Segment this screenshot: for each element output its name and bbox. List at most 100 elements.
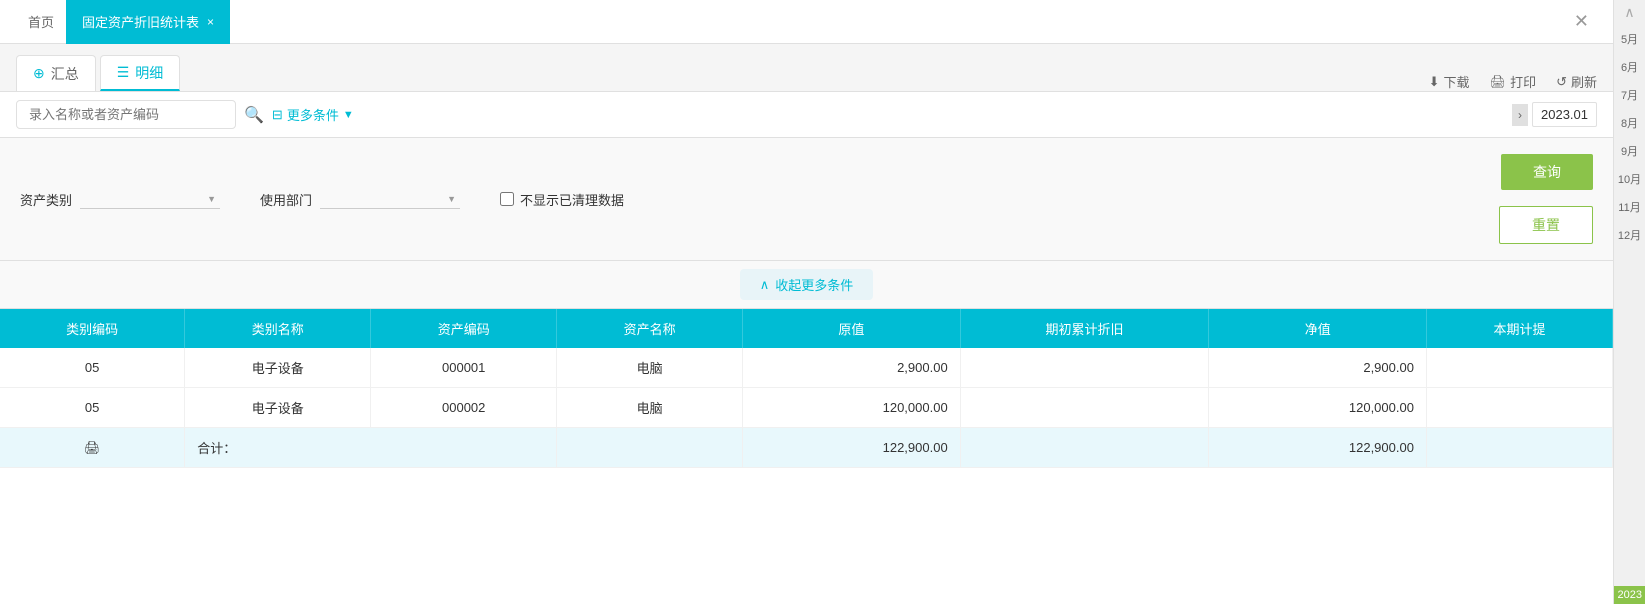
data-table: 类别编码 类别名称 资产编码 资产名称 原值 期初累计折旧 净值 本期计提 05… [0,309,1613,468]
refresh-icon: ↺ [1556,74,1567,90]
search-bar: 🔍 ⊟ 更多条件 ▼ › 2023.01 [0,92,1613,138]
print-button[interactable]: 🖨 打印 [1490,72,1537,91]
summary-icon: ⊕ [33,65,45,82]
department-select[interactable] [320,189,460,209]
sidebar-month-6[interactable]: 6月 [1614,53,1645,81]
collapse-label: 收起更多条件 [775,275,853,294]
sidebar-month-5[interactable]: 5月 [1614,25,1645,53]
cell-code: 05 [0,388,185,428]
filter-department: 使用部门 [260,189,460,209]
total-label: 合计： [185,428,557,468]
col-header-code: 类别编码 [0,309,185,348]
col-header-category: 类别名称 [185,309,371,348]
filter-row: 资产类别 使用部门 不显示已清理数据 [20,154,1593,244]
tab-summary[interactable]: ⊕ 汇总 [16,55,96,91]
tab-detail-label: 明细 [135,63,163,83]
col-header-net-value: 净值 [1209,309,1427,348]
department-label: 使用部门 [260,190,312,209]
date-display: 2023.01 [1532,102,1597,127]
reset-button[interactable]: 重置 [1499,206,1593,244]
print-label: 打印 [1510,72,1536,91]
hide-cleared-checkbox[interactable] [500,192,514,206]
more-filter-button[interactable]: ⊟ 更多条件 ▼ [272,105,354,124]
top-nav: 首页 固定资产折旧统计表 × ✕ [0,0,1613,44]
cell-asset-code: 000001 [371,348,557,388]
search-icon[interactable]: 🔍 [244,105,264,125]
department-select-wrap [320,189,460,209]
collapse-bar: ∧ 收起更多条件 [0,261,1613,309]
cell-asset-code: 000002 [371,388,557,428]
total-original-value: 122,900.00 [743,428,961,468]
window-close-button[interactable]: ✕ [1566,11,1597,32]
col-header-asset-name: 资产名称 [557,309,743,348]
refresh-button[interactable]: ↺ 刷新 [1556,72,1597,91]
cell-code: 05 [0,348,185,388]
cell-category-name: 电子设备 [185,348,371,388]
category-label: 资产类别 [20,190,72,209]
filter-icon: ⊟ [272,107,283,123]
search-input[interactable] [16,100,236,129]
sidebar-up-icon[interactable]: ∧ [1624,0,1634,25]
sidebar-month-11[interactable]: 11月 [1614,193,1645,221]
col-header-asset-code: 资产编码 [371,309,557,348]
cell-asset-name: 电脑 [557,348,743,388]
download-button[interactable]: ⬇ 下载 [1429,72,1470,91]
toolbar-right: ⬇ 下载 🖨 打印 ↺ 刷新 [1429,72,1597,91]
download-label: 下载 [1444,72,1470,91]
chevron-down-icon: ▼ [343,109,354,121]
more-filter-label: 更多条件 [287,105,339,124]
tab-label: 固定资产折旧统计表 [82,12,199,31]
tab-detail[interactable]: ☰ 明细 [100,55,181,91]
filter-area: 资产类别 使用部门 不显示已清理数据 [0,138,1613,261]
action-buttons: 查询 重置 [1499,154,1593,244]
cell-current-dep [1426,348,1612,388]
total-accumulated-dep [960,428,1209,468]
sidebar-month-10[interactable]: 10月 [1614,165,1645,193]
col-header-current-dep: 本期计提 [1426,309,1612,348]
total-icon: 🖨 [0,428,185,468]
query-button[interactable]: 查询 [1501,154,1593,190]
detail-icon: ☰ [117,64,130,81]
close-tab-icon[interactable]: × [207,15,214,29]
download-icon: ⬇ [1429,74,1440,90]
cell-accumulated-dep [960,388,1209,428]
filter-category: 资产类别 [20,189,220,209]
cell-original-value: 120,000.00 [743,388,961,428]
total-row: 🖨 合计： 122,900.00 122,900.00 [0,428,1613,468]
total-current-dep [1426,428,1612,468]
right-sidebar: ∧ 5月 6月 7月 8月 9月 10月 11月 12月 2023 [1613,0,1645,604]
table-header-row: 类别编码 类别名称 资产编码 资产名称 原值 期初累计折旧 净值 本期计提 [0,309,1613,348]
date-nav-arrow[interactable]: › [1512,104,1528,126]
hide-cleared-checkbox-item: 不显示已清理数据 [500,190,624,209]
col-header-original-value: 原值 [743,309,961,348]
tab-summary-label: 汇总 [51,64,79,84]
sidebar-month-12[interactable]: 12月 [1614,221,1645,249]
hide-cleared-label: 不显示已清理数据 [520,190,624,209]
sidebar-month-7[interactable]: 7月 [1614,81,1645,109]
sidebar-month-9[interactable]: 9月 [1614,137,1645,165]
cell-asset-name: 电脑 [557,388,743,428]
active-tab[interactable]: 固定资产折旧统计表 × [66,0,230,44]
print-icon: 🖨 [1490,74,1507,90]
cell-category-name: 电子设备 [185,388,371,428]
category-select-wrap [80,189,220,209]
sidebar-month-8[interactable]: 8月 [1614,109,1645,137]
sub-tabs: ⊕ 汇总 ☰ 明细 ⬇ 下载 🖨 打印 ↺ 刷新 [0,44,1613,92]
table-container: 类别编码 类别名称 资产编码 资产名称 原值 期初累计折旧 净值 本期计提 05… [0,309,1613,604]
chevron-up-icon: ∧ [760,277,770,293]
total-asset-name [557,428,743,468]
cell-current-dep [1426,388,1612,428]
sidebar-year-badge[interactable]: 2023 [1614,586,1645,604]
table-row: 05 电子设备 000002 电脑 120,000.00 120,000.00 [0,388,1613,428]
cell-net-value: 2,900.00 [1209,348,1427,388]
refresh-label: 刷新 [1571,72,1597,91]
cell-original-value: 2,900.00 [743,348,961,388]
category-select[interactable] [80,189,220,209]
cell-net-value: 120,000.00 [1209,388,1427,428]
table-row: 05 电子设备 000001 电脑 2,900.00 2,900.00 [0,348,1613,388]
cell-accumulated-dep [960,348,1209,388]
total-net-value: 122,900.00 [1209,428,1427,468]
nav-home[interactable]: 首页 [16,12,66,31]
col-header-accumulated-dep: 期初累计折旧 [960,309,1209,348]
collapse-button[interactable]: ∧ 收起更多条件 [740,269,874,300]
